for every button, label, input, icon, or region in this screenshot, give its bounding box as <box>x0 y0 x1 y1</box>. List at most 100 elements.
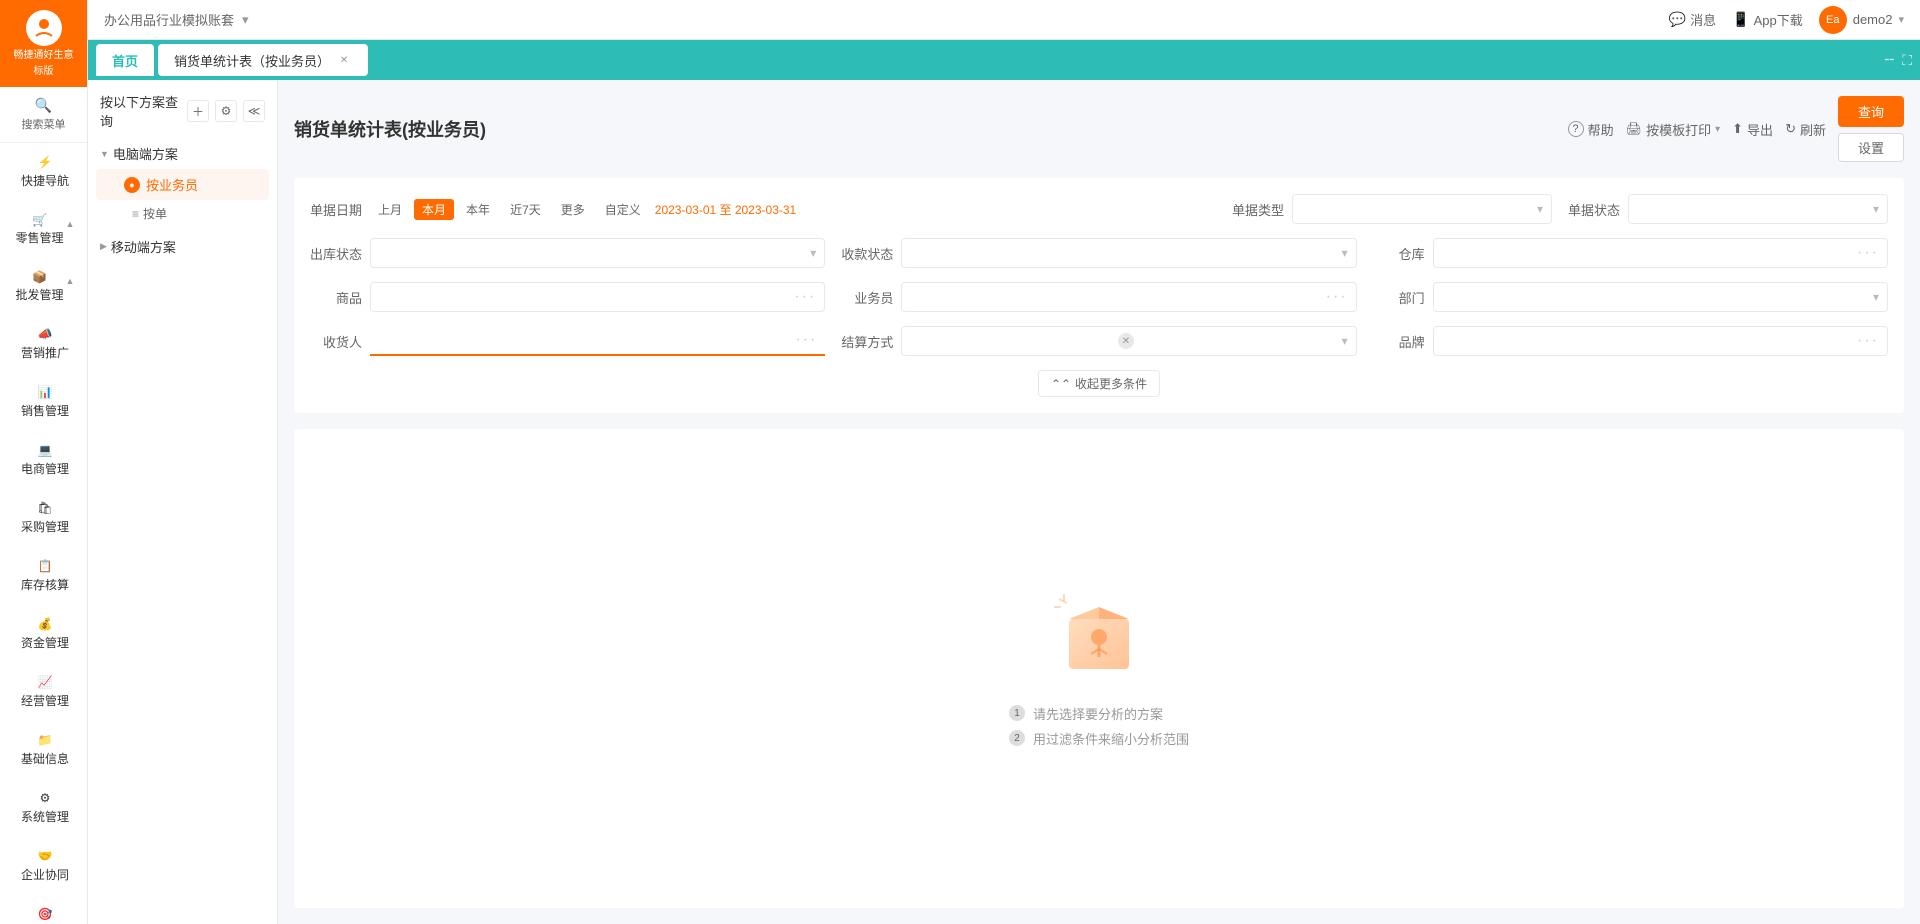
sidebar-label: 快捷导航 <box>21 172 69 189</box>
dept-input[interactable]: ▾ <box>1433 282 1888 312</box>
sidebar-item-sales[interactable]: 📊 销售管理 <box>0 373 87 431</box>
receiver-dots: ··· <box>795 331 817 349</box>
product-dots: ··· <box>794 288 816 306</box>
template-print-button[interactable]: 🖨 按模板打印 ▾ <box>1626 120 1721 139</box>
sidebar-item-ecommerce[interactable]: 💻 电商管理 <box>0 431 87 489</box>
status-dropdown-icon: ▾ <box>1873 202 1879 216</box>
sidebar-item-basic[interactable]: 📁 基础信息 <box>0 721 87 779</box>
warehouse-input[interactable]: ··· <box>1433 238 1888 268</box>
page-actions: ? 帮助 🖨 按模板打印 ▾ ⬆ 导出 ↻ 刷新 <box>1568 96 1904 162</box>
export-label: 导出 <box>1747 120 1773 139</box>
app-download-button[interactable]: 📱 App下载 <box>1732 10 1803 29</box>
help-label: 帮助 <box>1588 120 1614 139</box>
receiver-input[interactable]: ··· <box>370 326 825 356</box>
date-tag-this-year[interactable]: 本年 <box>458 199 498 220</box>
empty-steps: 1 请先选择要分析的方案 2 用过滤条件来缩小分析范围 <box>1009 704 1189 754</box>
refresh-button[interactable]: ↻ 刷新 <box>1785 120 1826 139</box>
sidebar-item-operation[interactable]: 📈 经营管理 <box>0 663 87 721</box>
date-tag-7days[interactable]: 近7天 <box>502 199 549 220</box>
staff-input[interactable]: ··· <box>901 282 1356 312</box>
refresh-label: 刷新 <box>1800 120 1826 139</box>
out-status-label: 出库状态 <box>310 244 362 263</box>
date-tag-last-month[interactable]: 上月 <box>370 199 410 220</box>
search-menu-item[interactable]: 🔍 搜索菜单 <box>0 87 87 143</box>
tab-sales-stat[interactable]: 销货单统计表（按业务员） ✕ <box>158 44 368 76</box>
tab-bar: 首页 销货单统计表（按业务员） ✕ ╌ ⛶ <box>88 40 1920 80</box>
finance-icon: 💰 <box>38 617 53 631</box>
staff-label: 业务员 <box>841 288 893 307</box>
mobile-group-header[interactable]: ▶ 移动端方案 <box>96 231 269 262</box>
user-dropdown-icon: ▾ <box>1898 13 1904 26</box>
scheme-sub-item-by-form[interactable]: ≡ 按单 <box>96 200 269 227</box>
date-tag-this-month[interactable]: 本月 <box>414 199 454 220</box>
help-button[interactable]: ? 帮助 <box>1568 120 1614 139</box>
top-header: 办公用品行业模拟账套 ▾ 💬 消息 📱 App下载 Ea demo2 ▾ <box>88 0 1920 40</box>
sidebar-item-finance[interactable]: 💰 资金管理 <box>0 605 87 663</box>
message-button[interactable]: 💬 消息 <box>1669 10 1716 29</box>
filter-product: 商品 ··· <box>310 282 825 312</box>
query-button[interactable]: 查询 <box>1838 96 1904 127</box>
export-button[interactable]: ⬆ 导出 <box>1732 120 1773 139</box>
warehouse-dots: ··· <box>1857 244 1879 262</box>
sidebar-item-newbie[interactable]: 🎯 新手引导 <box>0 895 87 924</box>
out-status-input[interactable]: ▾ <box>370 238 825 268</box>
step-2-num: 2 <box>1009 730 1025 746</box>
left-panel-actions: ＋ ⚙ ≪ <box>187 100 265 122</box>
status-label: 单据状态 <box>1568 200 1620 219</box>
receipt-status-input[interactable]: ▾ <box>901 238 1356 268</box>
sidebar-item-marketing[interactable]: 📣 营销推广 <box>0 315 87 373</box>
out-dropdown-icon: ▾ <box>810 246 816 260</box>
type-input[interactable]: ▾ <box>1292 194 1552 224</box>
dept-dropdown-icon: ▾ <box>1873 290 1879 304</box>
pc-group-header[interactable]: ▼ 电脑端方案 <box>96 138 269 169</box>
settlement-input[interactable]: ✕ ▾ <box>901 326 1356 356</box>
sidebar-item-quick[interactable]: ⚡ 快捷导航 <box>0 143 87 201</box>
purchase-icon: 🛍 <box>37 501 52 515</box>
settings-scheme-button[interactable]: ⚙ <box>215 100 237 122</box>
filter-receipt-status: 收款状态 ▾ <box>841 238 1356 268</box>
tab-minimize-icon[interactable]: ╌ <box>1885 50 1895 70</box>
refresh-icon: ↻ <box>1785 121 1796 137</box>
print-dropdown-icon: ▾ <box>1715 124 1720 135</box>
sidebar-label: 资金管理 <box>21 634 69 651</box>
collapse-filter-button[interactable]: ⌃⌃ 收起更多条件 <box>1038 370 1160 397</box>
tab-home[interactable]: 首页 <box>96 44 154 76</box>
tab-close-button[interactable]: ✕ <box>336 52 352 68</box>
sidebar-item-system[interactable]: ⚙ 系统管理 <box>0 779 87 837</box>
filter-staff: 业务员 ··· <box>841 282 1356 312</box>
enterprise-icon: 🤝 <box>38 849 53 863</box>
user-profile[interactable]: Ea demo2 ▾ <box>1819 6 1904 34</box>
date-tag-custom[interactable]: 自定义 <box>597 199 649 220</box>
type-dropdown-icon: ▾ <box>1537 202 1543 216</box>
add-scheme-button[interactable]: ＋ <box>187 100 209 122</box>
product-input[interactable]: ··· <box>370 282 825 312</box>
sidebar-item-purchase[interactable]: 🛍 采购管理 <box>0 489 87 547</box>
sidebar-label: 基础信息 <box>21 750 69 767</box>
pc-group-label: 电脑端方案 <box>113 144 178 163</box>
sidebar-item-inventory[interactable]: 📋 库存核算 <box>0 547 87 605</box>
scheme-item-by-staff[interactable]: ● 按业务员 <box>96 169 269 200</box>
operation-icon: 📈 <box>38 675 53 689</box>
print-icon: 🖨 <box>1626 121 1643 137</box>
settings-button[interactable]: 设置 <box>1838 133 1904 162</box>
search-icon: 🔍 <box>35 97 52 114</box>
sidebar-item-retail[interactable]: 🛒 零售管理 ▲ <box>0 201 87 258</box>
settlement-clear-button[interactable]: ✕ <box>1118 333 1134 349</box>
right-panel: 销货单统计表(按业务员) ? 帮助 🖨 按模板打印 ▾ ⬆ 导出 <box>278 80 1920 924</box>
brand-input[interactable]: ··· <box>1433 326 1888 356</box>
tab-expand-icon[interactable]: ⛶ <box>1902 52 1912 69</box>
status-input[interactable]: ▾ <box>1628 194 1888 224</box>
basic-icon: 📁 <box>38 733 53 747</box>
mobile-triangle: ▶ <box>100 241 107 252</box>
sidebar-nav: ⚡ 快捷导航 🛒 零售管理 ▲ 📦 批发管理 ▲ 📣 营销推广 📊 销售管理 <box>0 143 87 924</box>
sidebar-label: 系统管理 <box>21 808 69 825</box>
sidebar-item-enterprise[interactable]: 🤝 企业协同 <box>0 837 87 895</box>
sidebar: 畅捷通好生意 标版 🔍 搜索菜单 ⚡ 快捷导航 🛒 零售管理 ▲ 📦 批发管理 … <box>0 0 88 924</box>
form-icon: ≡ <box>132 207 139 221</box>
breadcrumb-dropdown-icon[interactable]: ▾ <box>242 12 249 28</box>
filter-status: 单据状态 ▾ <box>1568 194 1888 224</box>
collapse-panel-button[interactable]: ≪ <box>243 100 265 122</box>
sidebar-item-wholesale[interactable]: 📦 批发管理 ▲ <box>0 258 87 315</box>
date-tag-more[interactable]: 更多 <box>553 199 593 220</box>
sidebar-label: 零售管理 <box>16 229 64 246</box>
